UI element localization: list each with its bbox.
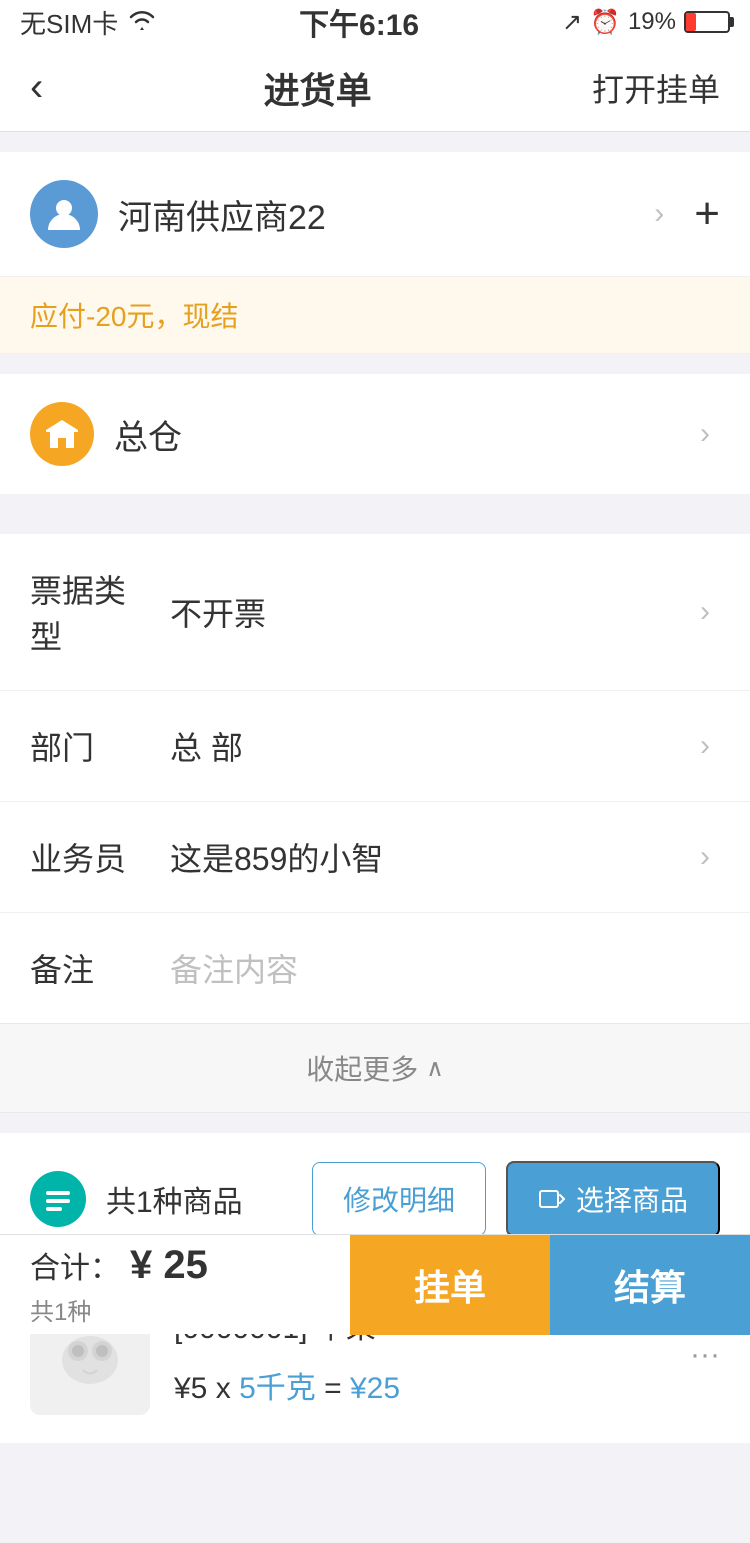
- status-bar: 无SIM卡 下午6:16 ↗ ⏰ 19%: [0, 0, 750, 44]
- suspend-button[interactable]: 挂单: [350, 1235, 550, 1335]
- carrier-label: 无SIM卡: [20, 4, 118, 41]
- warehouse-section: 总仓 ›: [0, 374, 750, 494]
- staff-chevron-icon: ›: [700, 840, 710, 874]
- back-button[interactable]: ‹: [30, 65, 43, 110]
- battery-icon: [684, 11, 730, 33]
- select-product-label: 选择商品: [576, 1179, 688, 1219]
- product-count-label: 共1种商品: [106, 1177, 292, 1221]
- checkout-button[interactable]: 结算: [550, 1235, 750, 1335]
- page-title: 进货单: [264, 62, 372, 114]
- total-row: 合计： ¥ 25: [30, 1243, 320, 1288]
- warehouse-row[interactable]: 总仓 ›: [0, 374, 750, 494]
- dept-label: 部门: [30, 723, 150, 769]
- remark-row[interactable]: 备注 备注内容: [0, 913, 750, 1023]
- invoice-chevron-icon: ›: [700, 595, 710, 629]
- alarm-icon: ⏰: [590, 8, 620, 37]
- product-price: ¥5 x 5千克 = ¥25: [174, 1363, 666, 1407]
- status-right: ↗ ⏰ 19%: [562, 8, 730, 37]
- invoice-label: 票据类型: [30, 566, 150, 658]
- dept-chevron-icon: ›: [700, 729, 710, 763]
- total-prefix: 合计：: [30, 1243, 120, 1287]
- remark-input[interactable]: 备注内容: [170, 945, 720, 991]
- status-left: 无SIM卡: [20, 4, 156, 41]
- quantity-label: 5千克: [239, 1372, 316, 1405]
- location-icon: ↗: [562, 8, 582, 37]
- total-amount: ¥ 25: [130, 1243, 208, 1288]
- price-label: ¥5: [174, 1372, 207, 1405]
- remark-label: 备注: [30, 945, 150, 991]
- status-time: 下午6:16: [299, 0, 419, 44]
- collapse-icon: ∧: [426, 1054, 444, 1083]
- supplier-name: 河南供应商22: [118, 190, 654, 239]
- dept-row[interactable]: 部门 总 部 ›: [0, 691, 750, 802]
- invoice-value: 不开票: [170, 589, 700, 635]
- edit-detail-button[interactable]: 修改明细: [312, 1162, 486, 1236]
- collapse-label: 收起更多: [306, 1048, 418, 1088]
- open-suspend-button[interactable]: 打开挂单: [592, 65, 720, 111]
- warehouse-icon: [30, 402, 94, 466]
- nav-bar: ‹ 进货单 打开挂单: [0, 44, 750, 132]
- form-section: 票据类型 不开票 › 部门 总 部 › 业务员 这是859的小智 › 备注 备注…: [0, 534, 750, 1023]
- collapse-button[interactable]: 收起更多 ∧: [0, 1023, 750, 1113]
- invoice-row[interactable]: 票据类型 不开票 ›: [0, 534, 750, 691]
- warehouse-name: 总仓: [114, 410, 700, 459]
- product-count-icon: [30, 1171, 86, 1227]
- staff-value: 这是859的小智: [170, 834, 700, 880]
- notice-bar: 应付-20元，现结: [0, 277, 750, 354]
- select-product-button[interactable]: 选择商品: [506, 1161, 720, 1237]
- staff-label: 业务员: [30, 834, 150, 880]
- supplier-row[interactable]: 河南供应商22 › +: [0, 152, 750, 277]
- supplier-avatar: [30, 180, 98, 248]
- total-count: 共1种: [30, 1292, 320, 1327]
- total-area: 合计： ¥ 25 共1种: [0, 1243, 350, 1327]
- total-label: ¥25: [350, 1372, 400, 1405]
- staff-row[interactable]: 业务员 这是859的小智 ›: [0, 802, 750, 913]
- product-more-button[interactable]: ···: [690, 1338, 720, 1372]
- battery-percent: 19%: [628, 8, 676, 36]
- warehouse-chevron-icon: ›: [700, 417, 710, 451]
- bottom-bar: 合计： ¥ 25 共1种 挂单 结算: [0, 1234, 750, 1334]
- supplier-section: 河南供应商22 › + 应付-20元，现结: [0, 152, 750, 354]
- price-equals: =: [324, 1372, 350, 1405]
- add-button[interactable]: +: [694, 189, 720, 239]
- supplier-chevron-icon: ›: [654, 197, 664, 231]
- dept-value: 总 部: [170, 723, 700, 769]
- wifi-icon: [128, 7, 156, 38]
- price-multiply: x: [216, 1372, 239, 1405]
